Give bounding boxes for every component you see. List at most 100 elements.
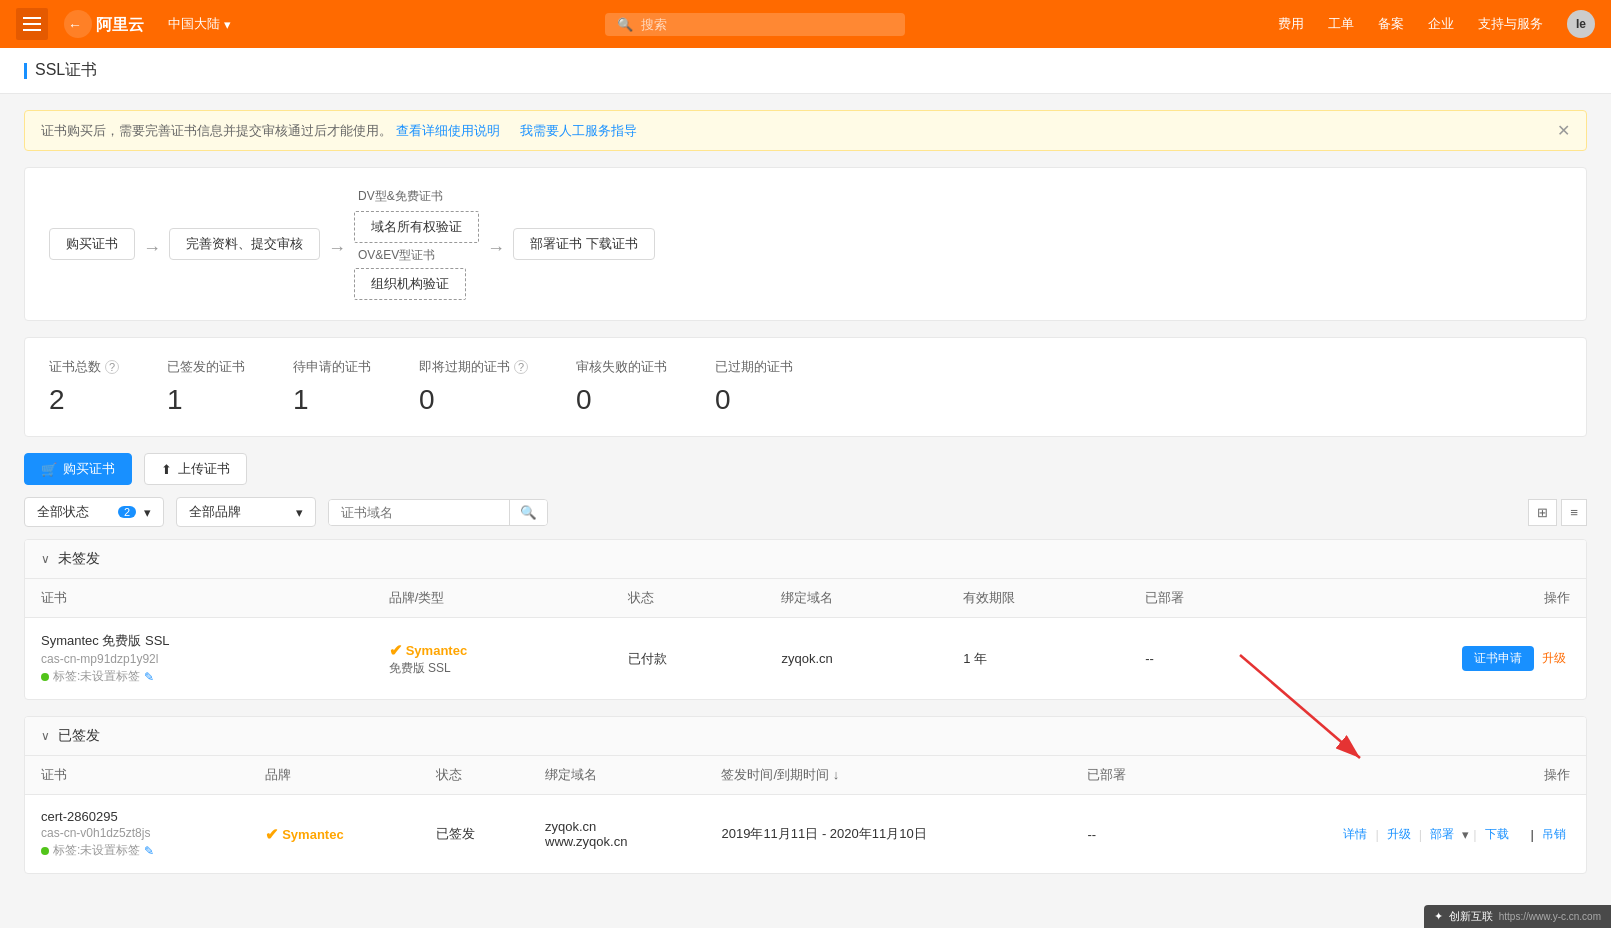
unsigned-section-header[interactable]: ∨ 未签发 — [25, 540, 1586, 579]
upgrade-button[interactable]: 升级 — [1538, 650, 1570, 667]
cell-validity: 1 年 — [947, 618, 1129, 700]
region-selector[interactable]: 中国大陆 ▾ — [168, 15, 231, 33]
table-row: Symantec 免费版 SSL cas-cn-mp91dzp1y92l 标签:… — [25, 618, 1586, 700]
search-box: 🔍 — [247, 13, 1262, 36]
revoke-button[interactable]: 吊销 — [1538, 826, 1570, 843]
upgrade-button-s[interactable]: 升级 — [1383, 826, 1415, 843]
cert-tags-s: 标签:未设置标签 ✎ — [41, 842, 233, 859]
signed-toggle-icon: ∨ — [41, 729, 50, 743]
buy-cert-button[interactable]: 🛒 购买证书 — [24, 453, 132, 485]
cell-domain-s: zyqok.cn www.zyqok.cn — [529, 795, 705, 874]
cell-cert-info-s: cert-2860295 cas-cn-v0h1dz5zt8js 标签:未设置标… — [25, 795, 249, 874]
unsigned-toggle-icon: ∨ — [41, 552, 50, 566]
cert-apply-button[interactable]: 证书申请 — [1462, 646, 1534, 671]
status-filter[interactable]: 全部状态 2 ▾ — [24, 497, 164, 527]
upload-cert-button[interactable]: ⬆ 上传证书 — [144, 453, 247, 485]
divider-1: | — [1375, 827, 1378, 842]
nav-ticket[interactable]: 工单 — [1328, 15, 1354, 33]
nav-support[interactable]: 支持与服务 — [1478, 15, 1543, 33]
detail-button[interactable]: 详情 — [1339, 826, 1371, 843]
main-content: 证书购买后，需要完善证书信息并提交审核通过后才能使用。 查看详细使用说明 我需要… — [0, 94, 1611, 906]
deploy-button[interactable]: 部署 — [1426, 826, 1458, 843]
actions-cell-s: 详情 | 升级 | 部署 ▾ | 下载 | 吊销 — [1197, 826, 1570, 843]
tag-edit-icon[interactable]: ✎ — [144, 670, 154, 684]
brand-name-s: Symantec — [282, 827, 343, 842]
banner-close[interactable]: ✕ — [1557, 121, 1570, 140]
signed-section-header[interactable]: ∨ 已签发 — [25, 717, 1586, 756]
view-toggle: ⊞ ≡ — [1528, 499, 1587, 526]
divider-3: | — [1473, 827, 1476, 842]
brand-name: Symantec — [406, 643, 467, 658]
stat-expiring-label: 即将过期的证书 ? — [419, 358, 528, 376]
watermark: ✦ 创新互联 https://www.y-c.cn.com — [1424, 905, 1611, 906]
nav-fee[interactable]: 费用 — [1278, 15, 1304, 33]
filter-row: 全部状态 2 ▾ 全部品牌 ▾ 🔍 ⊞ ≡ — [24, 497, 1587, 527]
banner-link2[interactable]: 我需要人工服务指导 — [520, 123, 637, 138]
stat-expiring: 即将过期的证书 ? 0 — [419, 358, 528, 416]
process-flow: 购买证书 → 完善资料、提交审核 → DV型&免费证书 域名所有权验证 OV&E… — [24, 167, 1587, 321]
stat-pending-value: 1 — [293, 384, 371, 416]
stat-expired-label: 已过期的证书 — [715, 358, 793, 376]
table-row: cert-2860295 cas-cn-v0h1dz5zt8js 标签:未设置标… — [25, 795, 1586, 874]
brand-filter[interactable]: 全部品牌 ▾ — [176, 497, 316, 527]
stat-issued-value: 1 — [167, 384, 245, 416]
download-button[interactable]: 下载 — [1481, 826, 1513, 843]
stat-pending: 待申请的证书 1 — [293, 358, 371, 416]
col-deployed: 已部署 — [1129, 579, 1283, 618]
col-dates-s: 签发时间/到期时间 ↓ — [705, 756, 1071, 795]
cart-icon: 🛒 — [41, 462, 57, 477]
stat-expiring-help[interactable]: ? — [514, 360, 528, 374]
list-view-button[interactable]: ≡ — [1561, 499, 1587, 526]
col-deployed-s: 已部署 — [1071, 756, 1181, 795]
symantec-check-icon: ✔ — [389, 641, 402, 660]
stat-total-help[interactable]: ? — [105, 360, 119, 374]
divider-2: | — [1419, 827, 1422, 842]
flow-step-2: 完善资料、提交审核 — [169, 228, 320, 260]
stat-failed-value: 0 — [576, 384, 667, 416]
col-actions-s: 操作 — [1181, 756, 1586, 795]
hamburger-button[interactable] — [16, 8, 48, 40]
svg-text:阿里云: 阿里云 — [96, 16, 144, 33]
col-cert: 证书 — [25, 579, 373, 618]
stat-expiring-value: 0 — [419, 384, 528, 416]
branch-ov-label: OV&EV型证书 — [354, 247, 479, 264]
table-toolbar: 🛒 购买证书 ⬆ 上传证书 — [24, 453, 1587, 485]
cert-name-s: cert-2860295 — [41, 809, 233, 824]
banner-text-area: 证书购买后，需要完善证书信息并提交审核通过后才能使用。 查看详细使用说明 我需要… — [41, 122, 637, 140]
info-banner: 证书购买后，需要完善证书信息并提交审核通过后才能使用。 查看详细使用说明 我需要… — [24, 110, 1587, 151]
stat-total: 证书总数 ? 2 — [49, 358, 119, 416]
grid-view-button[interactable]: ⊞ — [1528, 499, 1557, 526]
search-input[interactable] — [641, 17, 893, 32]
signed-table-body: cert-2860295 cas-cn-v0h1dz5zt8js 标签:未设置标… — [25, 795, 1586, 874]
tag-dot — [41, 673, 49, 681]
unsigned-table-head: 证书 品牌/类型 状态 绑定域名 有效期限 已部署 操作 — [25, 579, 1586, 618]
cell-status: 已付款 — [612, 618, 766, 700]
unsigned-section: ∨ 未签发 证书 品牌/类型 状态 绑定域名 有效期限 已部署 操作 Syman… — [24, 539, 1587, 700]
status-filter-badge: 2 — [118, 506, 136, 518]
col-cert-s: 证书 — [25, 756, 249, 795]
search-input-wrap: 🔍 — [605, 13, 905, 36]
status-filter-label: 全部状态 — [37, 503, 110, 521]
banner-link1[interactable]: 查看详细使用说明 — [396, 123, 500, 138]
domain-filter-wrap: 🔍 — [328, 499, 548, 526]
domain2: www.zyqok.cn — [545, 834, 689, 849]
symantec-logo-s: ✔ Symantec — [265, 825, 403, 844]
tag-edit-icon-s[interactable]: ✎ — [144, 844, 154, 858]
nav-icp[interactable]: 备案 — [1378, 15, 1404, 33]
cell-status-s: 已签发 — [420, 795, 530, 874]
unsigned-header-row: 证书 品牌/类型 状态 绑定域名 有效期限 已部署 操作 — [25, 579, 1586, 618]
domain-filter-input[interactable] — [329, 500, 509, 525]
title-bar-accent — [24, 63, 27, 79]
user-avatar[interactable]: Ie — [1567, 10, 1595, 38]
tag-dot-s — [41, 847, 49, 855]
svg-text:←: ← — [68, 17, 82, 33]
signed-header-row: 证书 品牌 状态 绑定域名 签发时间/到期时间 ↓ 已部署 操作 — [25, 756, 1586, 795]
deploy-arrow: ▾ — [1462, 827, 1469, 842]
flow-box-1: 购买证书 — [49, 228, 135, 260]
banner-text: 证书购买后，需要完善证书信息并提交审核通过后才能使用。 — [41, 123, 392, 138]
domain-search-button[interactable]: 🔍 — [509, 500, 547, 525]
brand-sub-type: 免费版 SSL — [389, 660, 596, 677]
signed-section: ∨ 已签发 证书 品牌 状态 绑定域名 签发时间/到期时间 ↓ 已部署 操作 c… — [24, 716, 1587, 874]
nav-enterprise[interactable]: 企业 — [1428, 15, 1454, 33]
col-status: 状态 — [612, 579, 766, 618]
